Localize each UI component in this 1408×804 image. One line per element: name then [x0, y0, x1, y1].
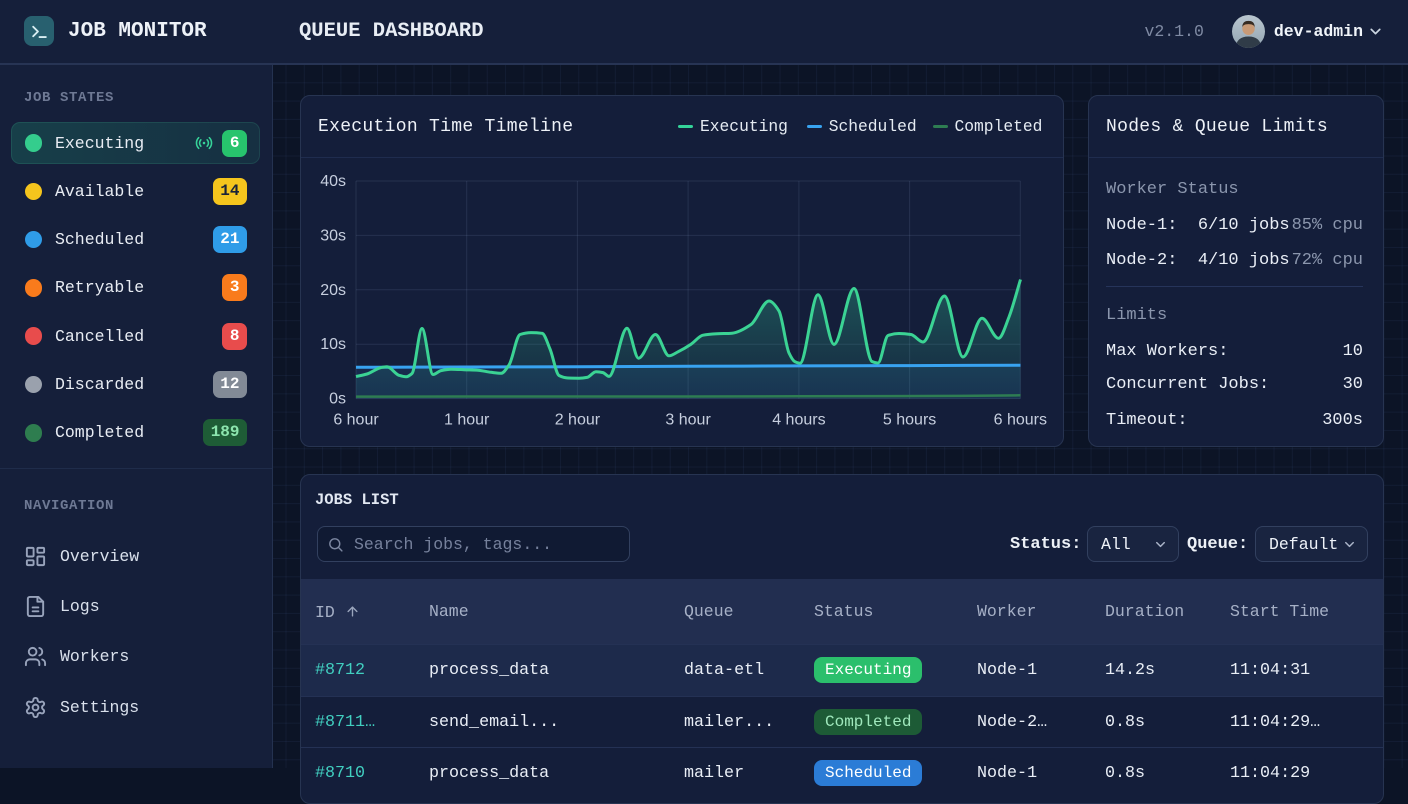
- svg-text:1 hour: 1 hour: [444, 412, 490, 429]
- svg-text:30s: 30s: [320, 227, 346, 244]
- svg-text:6 hour: 6 hour: [333, 412, 379, 429]
- svg-text:4 hours: 4 hours: [772, 412, 825, 429]
- svg-text:6 hours: 6 hours: [994, 412, 1047, 429]
- svg-text:40s: 40s: [320, 173, 346, 190]
- svg-text:0s: 0s: [329, 391, 346, 408]
- svg-text:10s: 10s: [320, 336, 346, 353]
- svg-text:2 hour: 2 hour: [555, 412, 601, 429]
- svg-text:5 hours: 5 hours: [883, 412, 936, 429]
- svg-text:3 hour: 3 hour: [665, 412, 711, 429]
- svg-text:20s: 20s: [320, 282, 346, 299]
